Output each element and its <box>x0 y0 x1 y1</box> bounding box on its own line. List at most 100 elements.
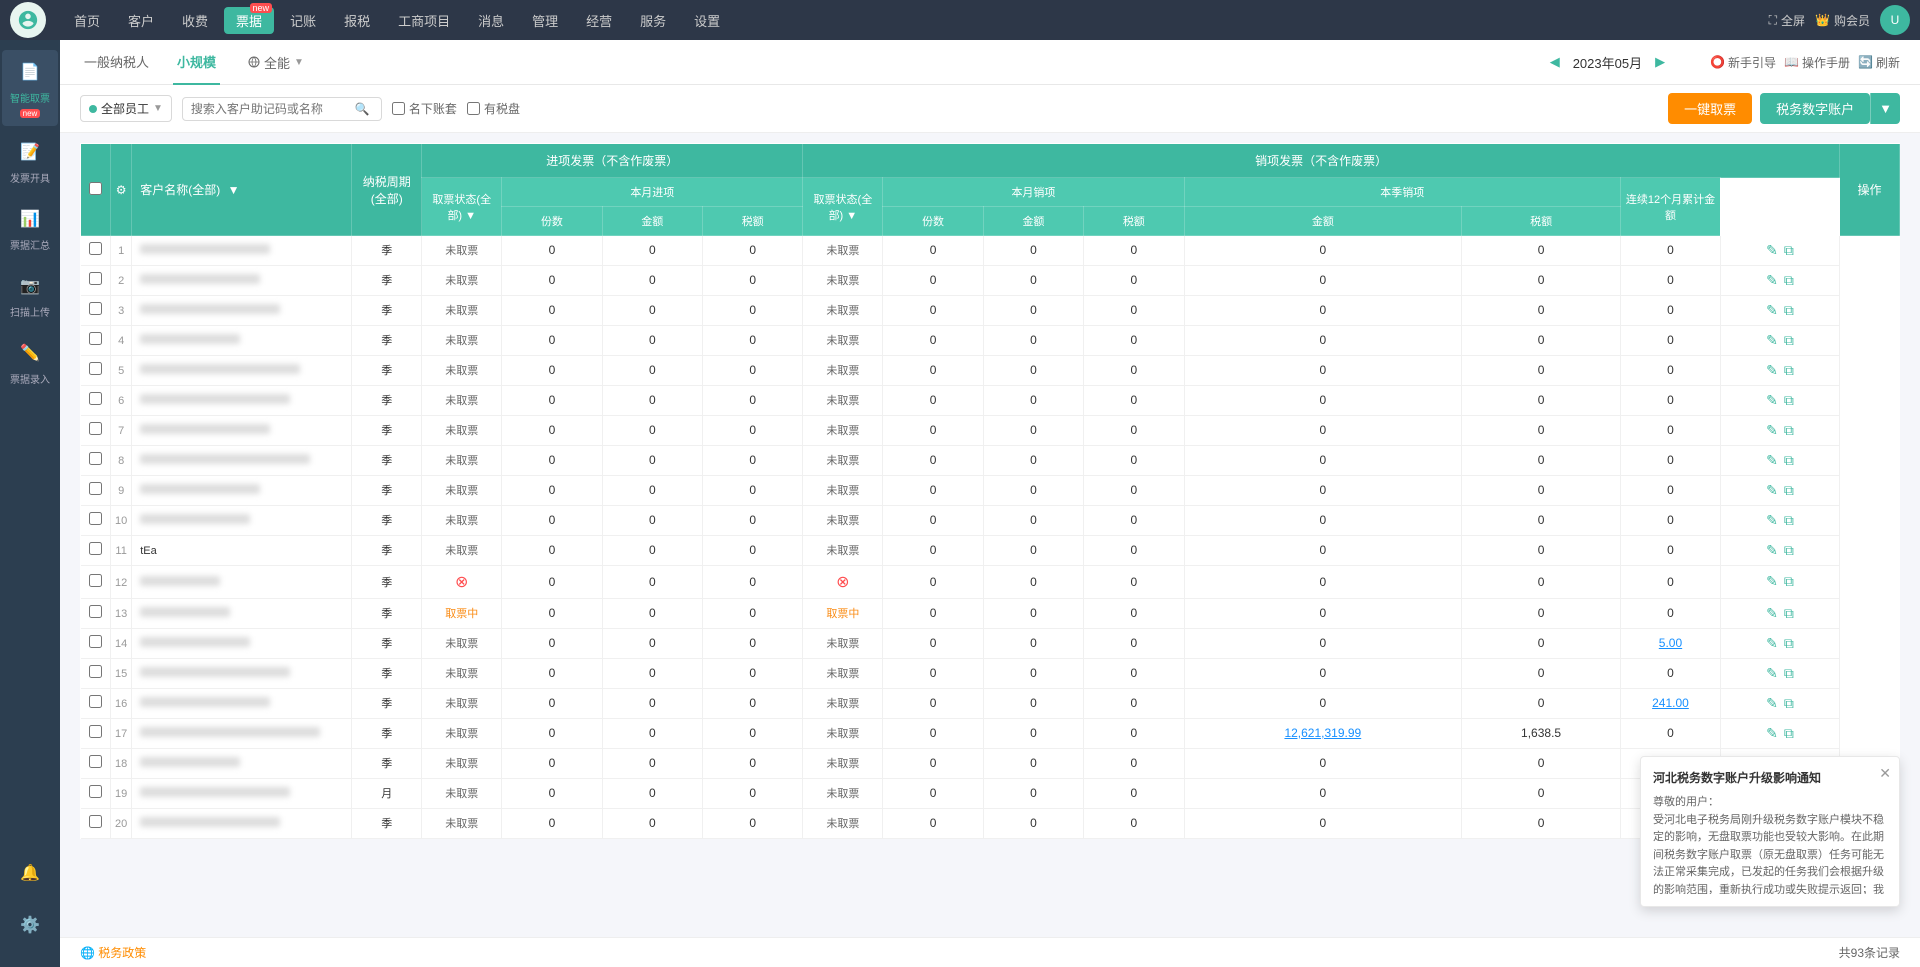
taxpan-checkbox[interactable] <box>467 102 480 115</box>
nav-home[interactable]: 首页 <box>62 7 112 34</box>
member-btn[interactable]: 👑 购会员 <box>1815 12 1870 29</box>
date-prev-arrow[interactable]: ◀ <box>1545 52 1565 72</box>
nav-service[interactable]: 服务 <box>628 7 678 34</box>
nav-message[interactable]: 消息 <box>466 7 516 34</box>
sidebar-item-ticket-summary[interactable]: 📊 票据汇总 <box>2 197 58 260</box>
tax-policy-link[interactable]: 🌐 税务政策 <box>80 944 146 961</box>
myzhangset-checkbox[interactable] <box>392 102 405 115</box>
edit-icon[interactable]: ✎ <box>1766 725 1778 742</box>
copy-icon[interactable]: ⧉ <box>1784 482 1794 499</box>
sidebar-item-scan-upload[interactable]: 📷 扫描上传 <box>2 264 58 327</box>
copy-icon[interactable]: ⧉ <box>1784 422 1794 439</box>
edit-icon[interactable]: ✎ <box>1766 665 1778 682</box>
lianxu-amount-link[interactable]: 5.00 <box>1659 636 1682 650</box>
tab-small-scale[interactable]: 小规模 <box>173 40 220 85</box>
shuiwu-account-button[interactable]: 税务数字账户 <box>1760 93 1870 124</box>
fullscreen-btn[interactable]: ⛶ 全屏 <box>1769 12 1805 29</box>
date-next-arrow[interactable]: ▶ <box>1650 52 1670 72</box>
copy-icon[interactable]: ⧉ <box>1784 635 1794 652</box>
row-checkbox[interactable] <box>89 542 102 555</box>
row-checkbox[interactable] <box>89 332 102 345</box>
sidebar-item-notification[interactable]: 🔔 <box>2 851 58 895</box>
copy-icon[interactable]: ⧉ <box>1784 512 1794 529</box>
nav-manage[interactable]: 管理 <box>520 7 570 34</box>
jin-status-filter[interactable]: ▼ <box>465 210 476 222</box>
row-checkbox[interactable] <box>89 362 102 375</box>
row-checkbox[interactable] <box>89 755 102 768</box>
row-checkbox[interactable] <box>89 272 102 285</box>
copy-icon[interactable]: ⧉ <box>1784 725 1794 742</box>
copy-icon[interactable]: ⧉ <box>1784 452 1794 469</box>
row-checkbox[interactable] <box>89 665 102 678</box>
edit-icon[interactable]: ✎ <box>1766 512 1778 529</box>
row-checkbox[interactable] <box>89 574 102 587</box>
edit-icon[interactable]: ✎ <box>1766 542 1778 559</box>
edit-icon[interactable]: ✎ <box>1766 482 1778 499</box>
copy-icon[interactable]: ⧉ <box>1784 272 1794 289</box>
nav-accounting[interactable]: 记账 <box>278 7 328 34</box>
nav-setting[interactable]: 设置 <box>682 7 732 34</box>
search-input[interactable] <box>191 102 351 116</box>
copy-icon[interactable]: ⧉ <box>1784 242 1794 259</box>
edit-icon[interactable]: ✎ <box>1766 392 1778 409</box>
edit-icon[interactable]: ✎ <box>1766 332 1778 349</box>
yijian-qupiao-button[interactable]: 一键取票 <box>1668 93 1752 124</box>
sidebar-item-settings[interactable]: ⚙️ <box>2 903 58 947</box>
edit-icon[interactable]: ✎ <box>1766 302 1778 319</box>
copy-icon[interactable]: ⧉ <box>1784 665 1794 682</box>
nav-tax[interactable]: 报税 <box>332 7 382 34</box>
notification-close-btn[interactable]: ✕ <box>1879 765 1891 782</box>
copy-icon[interactable]: ⧉ <box>1784 542 1794 559</box>
copy-icon[interactable]: ⧉ <box>1784 573 1794 590</box>
nav-operation[interactable]: 经营 <box>574 7 624 34</box>
edit-icon[interactable]: ✎ <box>1766 573 1778 590</box>
row-checkbox[interactable] <box>89 452 102 465</box>
lianxu-amount-link[interactable]: 241.00 <box>1652 696 1689 710</box>
copy-icon[interactable]: ⧉ <box>1784 605 1794 622</box>
edit-icon[interactable]: ✎ <box>1766 242 1778 259</box>
search-icon[interactable]: 🔍 <box>355 102 370 116</box>
select-all-checkbox[interactable] <box>89 182 102 195</box>
copy-icon[interactable]: ⧉ <box>1784 362 1794 379</box>
sidebar-item-invoice-open[interactable]: 📝 发票开具 <box>2 130 58 193</box>
employee-select[interactable]: 全部员工 ▼ <box>80 95 172 122</box>
row-checkbox[interactable] <box>89 242 102 255</box>
row-checkbox[interactable] <box>89 512 102 525</box>
edit-icon[interactable]: ✎ <box>1766 605 1778 622</box>
edit-icon[interactable]: ✎ <box>1766 422 1778 439</box>
row-checkbox[interactable] <box>89 725 102 738</box>
copy-icon[interactable]: ⧉ <box>1784 392 1794 409</box>
row-checkbox[interactable] <box>89 635 102 648</box>
benji-jine-link[interactable]: 12,621,319.99 <box>1284 726 1361 740</box>
row-checkbox[interactable] <box>89 392 102 405</box>
xiao-status-filter[interactable]: ▼ <box>846 210 857 222</box>
client-filter-icon[interactable]: ▼ <box>228 183 240 197</box>
guide-btn[interactable]: ⭕ 新手引导 <box>1710 54 1776 71</box>
row-checkbox[interactable] <box>89 482 102 495</box>
sidebar-item-ticket-entry[interactable]: ✏️ 票据录入 <box>2 331 58 394</box>
copy-icon[interactable]: ⧉ <box>1784 332 1794 349</box>
xiao-error-icon[interactable]: ⊗ <box>836 574 849 591</box>
row-checkbox[interactable] <box>89 815 102 828</box>
nav-ticket[interactable]: 票据 new <box>224 7 274 34</box>
sidebar-item-smart-ticket[interactable]: 📄 智能取票 new <box>2 50 58 126</box>
tab-general-taxpayer[interactable]: 一般纳税人 <box>80 40 153 85</box>
row-checkbox[interactable] <box>89 785 102 798</box>
nav-fee[interactable]: 收费 <box>170 7 220 34</box>
tab-all[interactable]: 全能 ▼ <box>240 41 312 84</box>
copy-icon[interactable]: ⧉ <box>1784 695 1794 712</box>
row-checkbox[interactable] <box>89 695 102 708</box>
nav-business[interactable]: 工商项目 <box>386 7 462 34</box>
edit-icon[interactable]: ✎ <box>1766 695 1778 712</box>
error-icon[interactable]: ⊗ <box>455 574 468 591</box>
row-checkbox[interactable] <box>89 302 102 315</box>
row-checkbox[interactable] <box>89 605 102 618</box>
nav-client[interactable]: 客户 <box>116 7 166 34</box>
user-avatar[interactable]: U <box>1880 5 1910 35</box>
copy-icon[interactable]: ⧉ <box>1784 302 1794 319</box>
edit-icon[interactable]: ✎ <box>1766 272 1778 289</box>
manual-btn[interactable]: 📖 操作手册 <box>1784 54 1850 71</box>
refresh-btn[interactable]: 🔄 刷新 <box>1858 54 1900 71</box>
edit-icon[interactable]: ✎ <box>1766 452 1778 469</box>
row-checkbox[interactable] <box>89 422 102 435</box>
